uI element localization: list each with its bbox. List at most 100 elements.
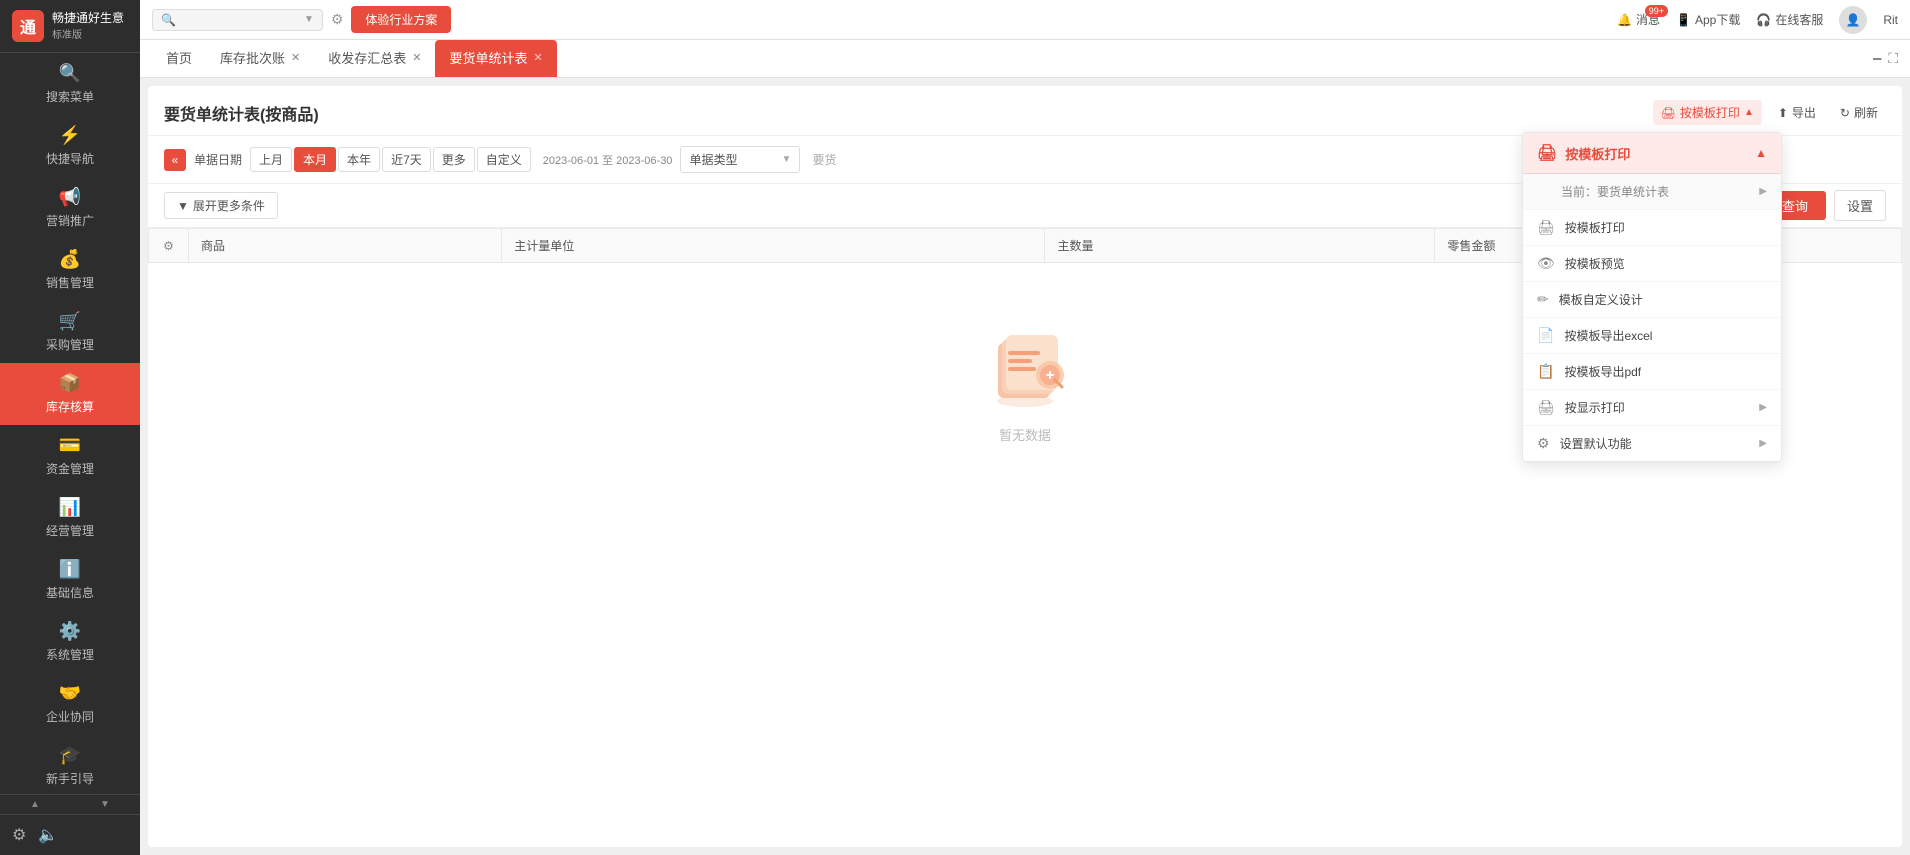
app-download-button[interactable]: 📱 App下载 bbox=[1676, 11, 1740, 28]
sidebar-item-system[interactable]: ⚙️ 系统管理 bbox=[0, 611, 140, 673]
topbar-right: 🔔 消息 99+ 📱 App下载 🎧 在线客服 👤 Rit bbox=[1617, 6, 1898, 34]
scroll-up-arrow[interactable]: ▲ bbox=[30, 799, 40, 810]
tab-order-stats-close[interactable]: ✕ bbox=[534, 51, 543, 64]
doc-type-select[interactable]: 单据类型 ▼ bbox=[680, 146, 800, 173]
print-button[interactable]: 🖨 按模板打印 ▲ bbox=[1653, 100, 1762, 125]
tab-inventory-batch-close[interactable]: ✕ bbox=[291, 51, 300, 64]
sound-icon[interactable]: 🔈 bbox=[38, 825, 58, 845]
date-btn-more[interactable]: 更多 bbox=[433, 147, 475, 172]
sidebar-item-newbie[interactable]: 🎓 新手引导 bbox=[0, 735, 140, 794]
table-header-quantity: 主数量 bbox=[1045, 229, 1435, 263]
sidebar-item-marketing[interactable]: 📢 营销推广 bbox=[0, 177, 140, 239]
date-filter-buttons: 上月 本月 本年 近7天 更多 自定义 bbox=[250, 147, 531, 172]
sidebar-nav: 🔍 搜索菜单 ⚡ 快捷导航 📢 营销推广 💰 销售管理 🛒 采购管理 📦 库存核… bbox=[0, 53, 140, 794]
app-logo-icon: 通 bbox=[12, 10, 44, 42]
table-settings-header[interactable]: ⚙ bbox=[149, 229, 189, 263]
quick-nav-icon: ⚡ bbox=[59, 125, 81, 146]
table-header-product: 商品 bbox=[189, 229, 502, 263]
export-pdf-icon: 📋 bbox=[1537, 363, 1554, 380]
tabs-bar: 首页 库存批次账 ✕ 收发存汇总表 ✕ 要货单统计表 ✕ 🗕 ⛶ bbox=[140, 40, 1910, 78]
tabs-bar-right: 🗕 ⛶ bbox=[1872, 47, 1898, 71]
topbar-gear-icon[interactable]: ⚙ bbox=[331, 11, 344, 28]
dropdown-item-template-print[interactable]: 🖨 按模板打印 bbox=[1523, 210, 1781, 246]
dropdown-item-export-excel[interactable]: 📄 按模板导出excel bbox=[1523, 318, 1781, 354]
print-dropdown: 🖨 按模板打印 ▲ 当前：要货单统计表 ▶ 🖨 按模板打印 👁 按模板预览 bbox=[1522, 132, 1782, 462]
collapse-icon: « bbox=[172, 153, 179, 167]
topbar-username: Rit bbox=[1883, 13, 1898, 27]
dropdown-print-icon: 🖨 bbox=[1537, 143, 1557, 163]
dropdown-item-template-design[interactable]: ✏ 模板自定义设计 bbox=[1523, 282, 1781, 318]
sidebar: 通 畅捷通好生意 标准版 🔍 搜索菜单 ⚡ 快捷导航 📢 营销推广 💰 销售管理… bbox=[0, 0, 140, 855]
marketing-icon: 📢 bbox=[59, 187, 81, 208]
print-icon: 🖨 bbox=[1661, 106, 1676, 120]
avatar-placeholder: 👤 bbox=[1846, 13, 1861, 27]
export-button[interactable]: ⬆ 导出 bbox=[1770, 100, 1824, 125]
system-icon: ⚙️ bbox=[59, 621, 81, 642]
sidebar-item-enterprise[interactable]: 🤝 企业协同 bbox=[0, 673, 140, 735]
date-btn-current[interactable]: 本月 bbox=[294, 147, 336, 172]
refresh-button[interactable]: ↻ 刷新 bbox=[1832, 100, 1886, 125]
date-btn-year[interactable]: 本年 bbox=[338, 147, 380, 172]
sidebar-bottom: ⚙ 🔈 bbox=[0, 814, 140, 855]
topbar-search-input[interactable] bbox=[180, 13, 300, 27]
sidebar-item-search[interactable]: 🔍 搜索菜单 bbox=[0, 53, 140, 115]
date-btn-custom[interactable]: 自定义 bbox=[477, 147, 531, 172]
sidebar-item-purchase[interactable]: 🛒 采购管理 bbox=[0, 301, 140, 363]
service-button[interactable]: 🎧 在线客服 bbox=[1756, 11, 1823, 28]
dropdown-item-template-preview[interactable]: 👁 按模板预览 bbox=[1523, 246, 1781, 282]
finance-icon: 💳 bbox=[59, 435, 81, 456]
newbie-icon: 🎓 bbox=[59, 745, 81, 766]
table-settings-icon[interactable]: ⚙ bbox=[163, 239, 174, 253]
sidebar-item-operation[interactable]: 📊 经营管理 bbox=[0, 487, 140, 549]
empty-text: 暂无数据 bbox=[999, 425, 1051, 444]
date-range-text: 2023-06-01 至 2023-06-30 bbox=[543, 152, 673, 168]
sidebar-logo: 通 畅捷通好生意 标准版 bbox=[0, 0, 140, 53]
tab-home[interactable]: 首页 bbox=[152, 40, 206, 77]
date-btn-prev[interactable]: 上月 bbox=[250, 147, 292, 172]
sidebar-item-quick-nav[interactable]: ⚡ 快捷导航 bbox=[0, 115, 140, 177]
filter-collapse-button[interactable]: « bbox=[164, 149, 186, 171]
tab-maximize-icon[interactable]: ⛶ bbox=[1888, 50, 1898, 67]
user-avatar[interactable]: 👤 bbox=[1839, 6, 1867, 34]
enterprise-icon: 🤝 bbox=[59, 683, 81, 704]
app-download-icon: 📱 bbox=[1676, 13, 1691, 27]
tab-inventory-batch[interactable]: 库存批次账 ✕ bbox=[206, 40, 314, 77]
sidebar-item-finance[interactable]: 💳 资金管理 bbox=[0, 425, 140, 487]
export-excel-icon: 📄 bbox=[1537, 327, 1554, 344]
main-area: 🔍 ▼ ⚙ 体验行业方案 🔔 消息 99+ 📱 App下载 🎧 在线客服 👤 bbox=[140, 0, 1910, 855]
tab-receivable-summary-close[interactable]: ✕ bbox=[412, 51, 421, 64]
empty-state-illustration bbox=[980, 323, 1070, 413]
print-chevron-up-icon: ▲ bbox=[1744, 107, 1754, 118]
sidebar-item-basic[interactable]: ℹ️ 基础信息 bbox=[0, 549, 140, 611]
sidebar-item-sales[interactable]: 💰 销售管理 bbox=[0, 239, 140, 301]
topbar-search-icon: 🔍 bbox=[161, 13, 176, 27]
tab-minimize-icon[interactable]: 🗕 bbox=[1872, 47, 1882, 71]
expand-more-button[interactable]: ▼ 展开更多条件 bbox=[164, 192, 278, 219]
dropdown-item-default-func[interactable]: ⚙ 设置默认功能 ▶ bbox=[1523, 426, 1781, 461]
page-content: 要货单统计表(按商品) 🖨 按模板打印 ▲ ⬆ 导出 ↻ 刷新 bbox=[148, 86, 1902, 847]
dropdown-item-display-print[interactable]: 🖨 按显示打印 ▶ bbox=[1523, 390, 1781, 426]
sales-icon: 💰 bbox=[59, 249, 81, 270]
service-icon: 🎧 bbox=[1756, 13, 1771, 27]
dropdown-item-export-pdf[interactable]: 📋 按模板导出pdf bbox=[1523, 354, 1781, 390]
notification-badge: 99+ bbox=[1645, 5, 1668, 17]
notification-button[interactable]: 🔔 消息 99+ bbox=[1617, 11, 1660, 28]
date-btn-7days[interactable]: 近7天 bbox=[382, 147, 431, 172]
operation-icon: 📊 bbox=[59, 497, 81, 518]
sidebar-item-inventory[interactable]: 📦 库存核算 bbox=[0, 363, 140, 425]
dropdown-chevron-up-icon[interactable]: ▲ bbox=[1755, 146, 1767, 160]
topbar-search-area[interactable]: 🔍 ▼ bbox=[152, 9, 323, 31]
scroll-down-arrow[interactable]: ▼ bbox=[100, 799, 110, 810]
settings-icon[interactable]: ⚙ bbox=[12, 825, 26, 845]
trial-button[interactable]: 体验行业方案 bbox=[351, 6, 451, 33]
settings-button[interactable]: 设置 bbox=[1834, 190, 1886, 221]
tab-order-stats[interactable]: 要货单统计表 ✕ bbox=[435, 40, 556, 77]
page-title-bar: 要货单统计表(按商品) 🖨 按模板打印 ▲ ⬆ 导出 ↻ 刷新 bbox=[148, 86, 1902, 136]
tab-receivable-summary[interactable]: 收发存汇总表 ✕ bbox=[314, 40, 435, 77]
export-icon: ⬆ bbox=[1778, 106, 1788, 120]
dropdown-header: 🖨 按模板打印 ▲ bbox=[1523, 133, 1781, 174]
dropdown-current-template[interactable]: 当前：要货单统计表 ▶ bbox=[1523, 174, 1781, 210]
basic-icon: ℹ️ bbox=[59, 559, 81, 580]
display-print-arrow: ▶ bbox=[1759, 402, 1767, 413]
table-header-unit: 主计量单位 bbox=[502, 229, 1045, 263]
